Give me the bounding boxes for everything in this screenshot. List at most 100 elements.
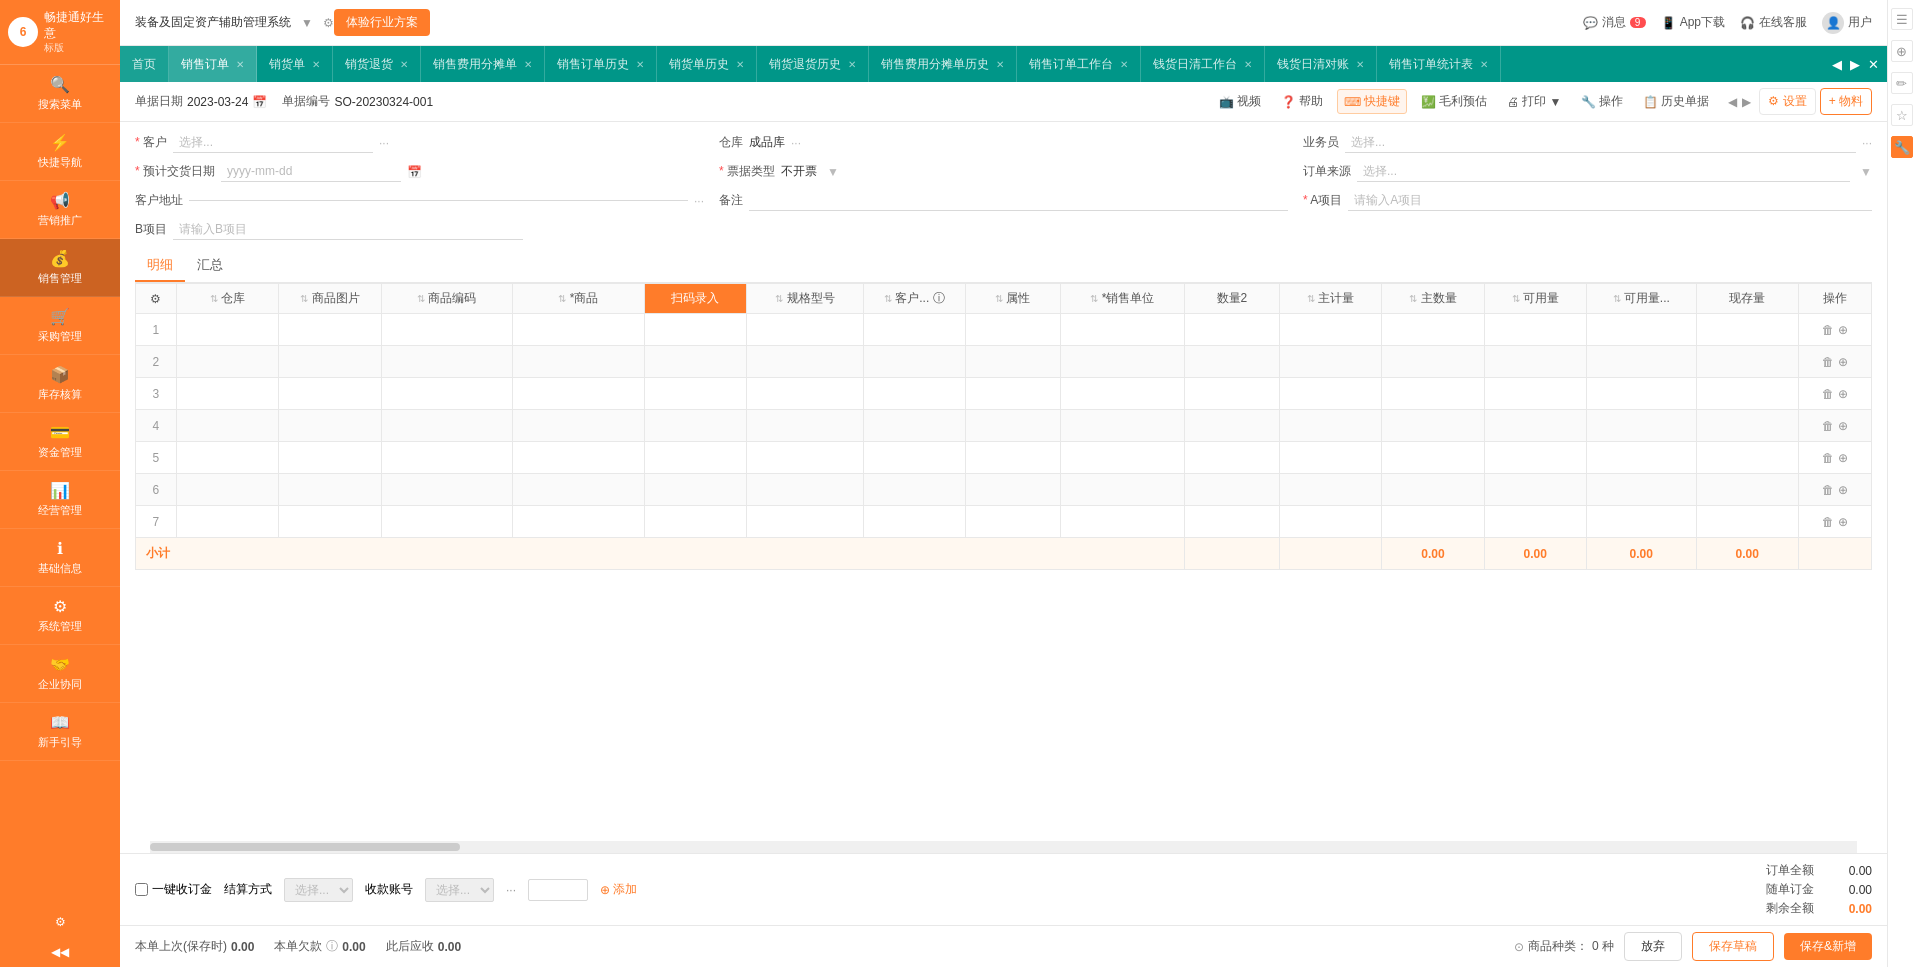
history-btn[interactable]: 📋 历史单据 [1637,90,1715,113]
tab-order-history[interactable]: 销售订单历史 ✕ [545,46,657,82]
tab-close-return-history[interactable]: ✕ [848,59,856,70]
settings-btn[interactable]: ⚙ 设置 [1759,88,1815,115]
profit-btn[interactable]: 💹 毛利预估 [1415,90,1493,113]
sales-more-btn[interactable]: ··· [1862,136,1872,150]
col-scan[interactable]: 扫码录入 [644,284,746,314]
tab-order-workbench[interactable]: 销售订单工作台 ✕ [1017,46,1141,82]
tab-close-fee-history[interactable]: ✕ [996,59,1004,70]
tab-money-workbench[interactable]: 钱货日清工作台 ✕ [1141,46,1265,82]
delivery-calendar-icon[interactable]: 📅 [407,165,422,179]
calendar-icon[interactable]: 📅 [252,95,267,109]
message-btn[interactable]: 💬 消息 9 [1583,14,1646,31]
tab-sales-invoice[interactable]: 销货单 ✕ [257,46,333,82]
copy-icon-1[interactable]: ⊕ [1838,323,1848,337]
tab-money-reconcile[interactable]: 钱货日清对账 ✕ [1265,46,1377,82]
copy-icon-2[interactable]: ⊕ [1838,355,1848,369]
delete-icon-1[interactable]: 🗑 [1822,323,1834,337]
row-product-1[interactable] [513,314,645,346]
tab-home[interactable]: 首页 [120,46,169,82]
print-btn[interactable]: 🖨 打印 ▼ [1501,90,1567,113]
right-icon-4[interactable]: ☆ [1891,104,1913,126]
copy-icon-6[interactable]: ⊕ [1838,483,1848,497]
system-dropdown-icon[interactable]: ▼ [301,16,313,30]
tab-close-sales[interactable]: ✕ [236,59,244,70]
industry-btn[interactable]: 体验行业方案 [334,9,430,36]
tab-invoice-history[interactable]: 销货单历史 ✕ [657,46,757,82]
sidebar-item-inventory[interactable]: 📦 库存核算 [0,355,120,413]
tab-sales-stat[interactable]: 销售订单统计表 ✕ [1377,46,1501,82]
amount-input[interactable]: 0.00 [528,879,588,901]
delete-icon-7[interactable]: 🗑 [1822,515,1834,529]
app-download-btn[interactable]: 📱 App下载 [1661,14,1725,31]
tab-prev-icon[interactable]: ◀ [1832,57,1842,72]
add-btn[interactable]: ⊕ 添加 [600,881,637,898]
tab-close-fee[interactable]: ✕ [524,59,532,70]
system-settings-icon[interactable]: ⚙ [323,16,334,30]
table-wrapper[interactable]: ⚙ ⇅ 仓库 ⇅ 商品图片 ⇅ 商品编码 ⇅ *商品 扫码录入 ⇅ 规格型号 ⇅… [135,283,1872,841]
scrollbar-thumb[interactable] [150,843,460,851]
sidebar-item-management[interactable]: 📊 经营管理 [0,471,120,529]
operate-btn[interactable]: 🔧 操作 [1575,90,1629,113]
row-spec-1[interactable] [746,314,863,346]
tab-fee-history[interactable]: 销售费用分摊单历史 ✕ [869,46,1017,82]
one-click-checkbox[interactable]: 一键收订金 [135,881,212,898]
row-sales-unit-1[interactable] [1060,314,1184,346]
tab-next-icon[interactable]: ▶ [1850,57,1860,72]
warehouse-more-btn[interactable]: ··· [791,136,801,150]
invoice-dropdown-icon[interactable]: ▼ [827,165,839,179]
save-new-btn[interactable]: 保存&新增 [1784,933,1872,960]
one-click-check[interactable] [135,883,148,896]
row-code-1[interactable] [381,314,513,346]
payment-select[interactable]: 选择... [284,878,353,902]
sidebar-item-finance[interactable]: 💳 资金管理 [0,413,120,471]
add-material-btn[interactable]: + 物料 [1820,88,1872,115]
more-account-btn[interactable]: ··· [506,883,516,897]
right-icon-5[interactable]: 🔧 [1891,136,1913,158]
col-settings[interactable]: ⚙ [136,284,177,314]
right-icon-1[interactable]: ☰ [1891,8,1913,30]
delete-icon-2[interactable]: 🗑 [1822,355,1834,369]
delete-icon-6[interactable]: 🗑 [1822,483,1834,497]
delete-icon-4[interactable]: 🗑 [1822,419,1834,433]
tab-close-all-icon[interactable]: ✕ [1868,57,1879,72]
address-more-btn[interactable]: ··· [694,194,704,208]
row-main-qty-1[interactable] [1382,314,1484,346]
save-draft-btn[interactable]: 保存草稿 [1692,932,1774,961]
order-source-dropdown-icon[interactable]: ▼ [1860,165,1872,179]
copy-icon-7[interactable]: ⊕ [1838,515,1848,529]
row-attr-1[interactable] [965,314,1060,346]
print-dropdown[interactable]: ▼ [1549,95,1561,109]
nav-prev-icon[interactable]: ◀ [1728,95,1737,109]
sidebar-item-base[interactable]: ℹ 基础信息 [0,529,120,587]
view-btn[interactable]: 📺 视频 [1213,90,1267,113]
copy-icon-5[interactable]: ⊕ [1838,451,1848,465]
delivery-input[interactable] [221,161,401,182]
discard-btn[interactable]: 放弃 [1624,932,1682,961]
customer-more-btn[interactable]: ··· [379,136,389,150]
account-select[interactable]: 选择... [425,878,494,902]
delete-icon-5[interactable]: 🗑 [1822,451,1834,465]
copy-icon-3[interactable]: ⊕ [1838,387,1848,401]
sidebar-collapse-btn[interactable]: ◀◀ [0,937,120,967]
tab-close-sales-stat[interactable]: ✕ [1480,59,1488,70]
tab-close-invoice[interactable]: ✕ [312,59,320,70]
sidebar-item-quick[interactable]: ⚡ 快捷导航 [0,123,120,181]
sidebar-item-sales[interactable]: 💰 销售管理 [0,239,120,297]
nav-next-icon[interactable]: ▶ [1742,95,1751,109]
sidebar-settings-btn[interactable]: ⚙ [0,907,120,937]
tab-close-money-workbench[interactable]: ✕ [1244,59,1252,70]
copy-icon-4[interactable]: ⊕ [1838,419,1848,433]
sidebar-item-marketing[interactable]: 📢 营销推广 [0,181,120,239]
user-btn[interactable]: 👤 用户 [1822,12,1872,34]
tab-close-order-workbench[interactable]: ✕ [1120,59,1128,70]
tab-close-return[interactable]: ✕ [400,59,408,70]
sales-input[interactable] [1345,132,1856,153]
tab-summary[interactable]: 汇总 [185,250,235,282]
order-source-input[interactable] [1357,161,1850,182]
sidebar-item-search[interactable]: 🔍 搜索菜单 [0,65,120,123]
tab-close-order-history[interactable]: ✕ [636,59,644,70]
tab-close-money-reconcile[interactable]: ✕ [1356,59,1364,70]
tab-sales-order[interactable]: 销售订单 ✕ [169,46,257,82]
sidebar-item-purchase[interactable]: 🛒 采购管理 [0,297,120,355]
info-icon[interactable]: ⓘ [326,938,338,955]
